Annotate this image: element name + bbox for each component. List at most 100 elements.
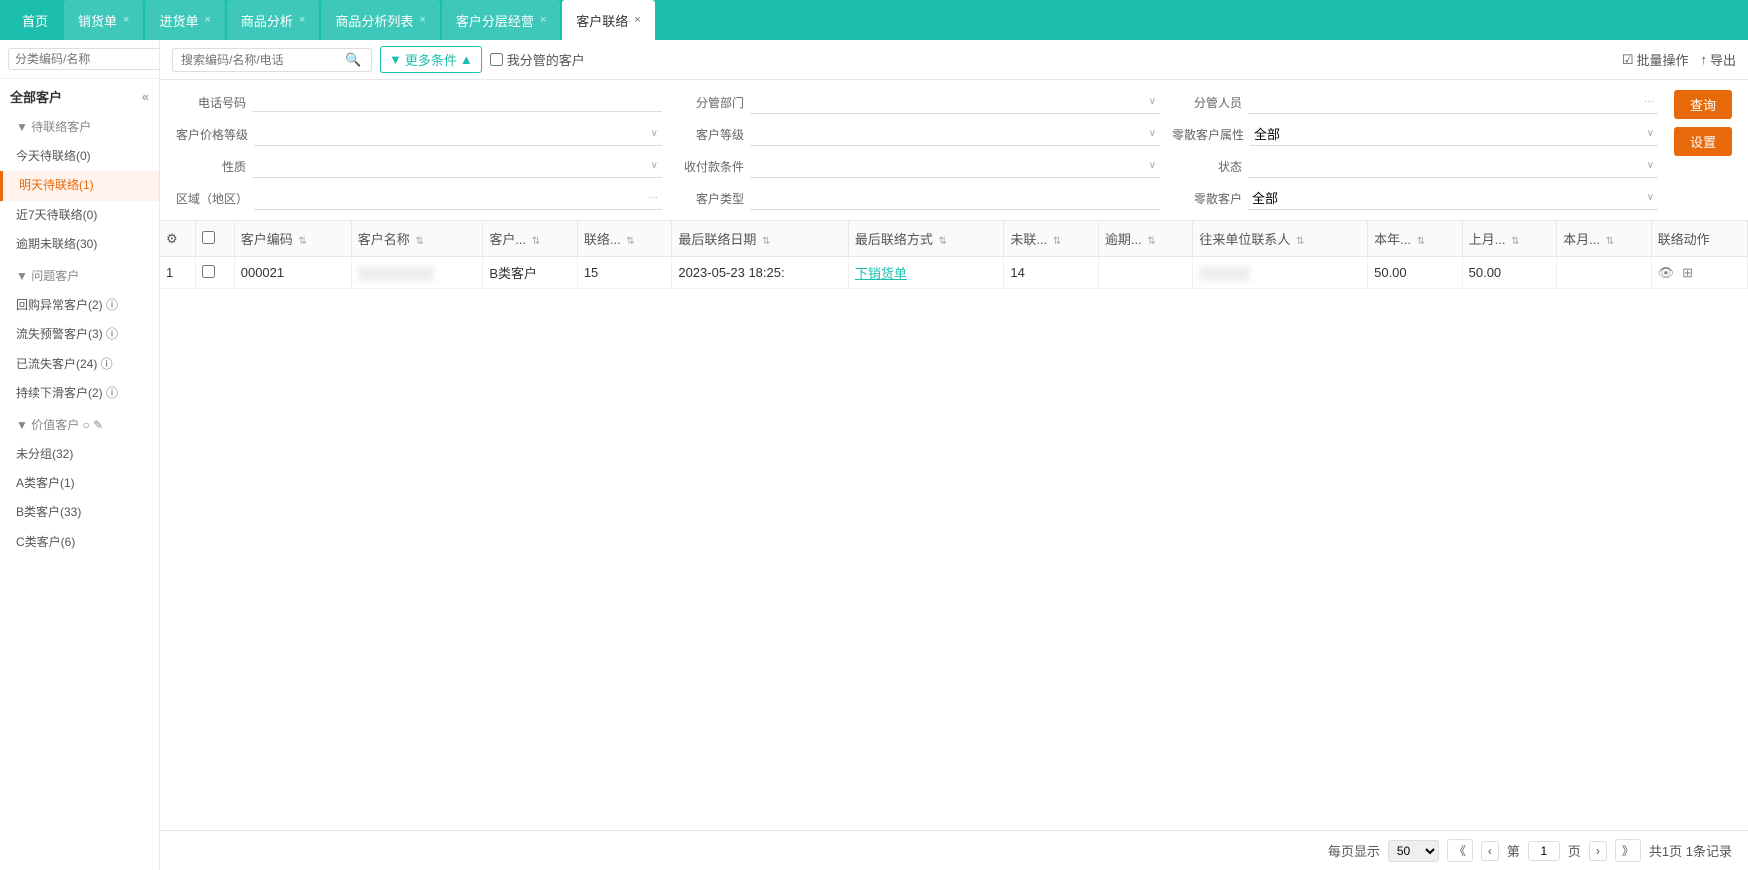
sidebar-item-overdue[interactable]: 逾期未联络(30)	[0, 230, 159, 259]
nav-item-analysis-list[interactable]: 商品分析列表 ×	[321, 0, 439, 40]
filter-payment-select[interactable]: ∨	[750, 154, 1160, 178]
table-row: 1 000021 Ea客户名称 B类客户 15 2023-05-23 18:25…	[160, 257, 1748, 289]
cell-last-method[interactable]: 下销货单	[848, 257, 1003, 289]
close-icon[interactable]: ×	[419, 14, 425, 26]
search-input[interactable]	[181, 53, 341, 67]
sidebar-item-c-class[interactable]: C类客户(6)	[0, 528, 159, 557]
filter-row-4: 区域（地区） ··· 客户类型	[176, 186, 1658, 210]
nav-item-purchase[interactable]: 进货单 ×	[145, 0, 224, 40]
export-button[interactable]: ↑ 导出	[1700, 50, 1736, 69]
nav-item-analysis[interactable]: 商品分析 ×	[227, 0, 319, 40]
cell-type: B类客户	[483, 257, 578, 289]
nav-item-customer-contact[interactable]: 客户联络 ×	[562, 0, 654, 40]
col-this-year[interactable]: 本年... ⇅	[1368, 221, 1463, 257]
sidebar-item-churn-warning[interactable]: 流失预警客户(3) ⓘ	[0, 320, 159, 349]
filter-panel: 电话号码 分管部门 ∨ 分管人员	[160, 80, 1748, 221]
col-last-date[interactable]: 最后联络日期 ⇅	[672, 221, 849, 257]
filter-field-customer-type: 客户类型	[674, 186, 1160, 210]
per-page-label: 每页显示	[1328, 841, 1380, 860]
toolbar-search-box[interactable]: 🔍	[172, 48, 372, 72]
filter-field-nature: 性质 ∨	[176, 154, 662, 178]
col-this-month[interactable]: 本月... ⇅	[1557, 221, 1652, 257]
nav-item-sales[interactable]: 销货单 ×	[64, 0, 143, 40]
sidebar-item-declining[interactable]: 持续下滑客户(2) ⓘ	[0, 379, 159, 408]
filter-dept-select[interactable]: ∨	[750, 90, 1160, 114]
first-page-button[interactable]: 《	[1447, 839, 1473, 862]
qr-icon[interactable]: ⊞	[1682, 265, 1693, 281]
col-checkbox[interactable]	[196, 221, 234, 257]
toolbar-right: ☑ 批量操作 ↑ 导出	[1622, 50, 1736, 69]
page-input[interactable]	[1528, 841, 1560, 861]
my-customers-checkbox-label[interactable]: 我分管的客户	[490, 50, 585, 69]
col-last-month[interactable]: 上月... ⇅	[1462, 221, 1557, 257]
col-name[interactable]: 客户名称 ⇅	[351, 221, 483, 257]
toolbar: 🔍 ▼ 更多条件 ▲ 我分管的客户 ☑ 批量操作 ↑ 导出	[160, 40, 1748, 80]
batch-operation-button[interactable]: ☑ 批量操作	[1622, 50, 1689, 69]
filter-retail-customer-select[interactable]: 全部 ∨	[1248, 186, 1658, 210]
my-customers-checkbox[interactable]	[490, 53, 503, 66]
cell-no-contact: 14	[1004, 257, 1099, 289]
per-page-select[interactable]: 50 100 200	[1388, 840, 1439, 862]
cell-actions[interactable]: 👁 ⊞	[1651, 257, 1747, 289]
col-code[interactable]: 客户编码 ⇅	[234, 221, 351, 257]
select-all-checkbox[interactable]	[202, 231, 215, 244]
filter-price-grade-select[interactable]: ∨	[254, 122, 662, 146]
filter-grade-select[interactable]: ∨	[750, 122, 1160, 146]
chevron-down-icon: ∨	[651, 160, 658, 171]
filter-phone-input[interactable]	[252, 93, 662, 112]
prev-page-button[interactable]: ‹	[1481, 841, 1499, 861]
close-icon[interactable]: ×	[634, 14, 640, 26]
eye-icon[interactable]: 👁	[1658, 265, 1675, 281]
sidebar-item-7days[interactable]: 近7天待联络(0)	[0, 201, 159, 230]
row-checkbox[interactable]	[202, 265, 215, 278]
cell-checkbox[interactable]	[196, 257, 234, 289]
filter-customer-type-select[interactable]	[750, 186, 1160, 210]
col-last-method[interactable]: 最后联络方式 ⇅	[848, 221, 1003, 257]
filter-field-grade: 客户等级 ∨	[674, 122, 1160, 146]
search-icon[interactable]: 🔍	[345, 52, 361, 68]
sidebar-search-input[interactable]	[8, 48, 160, 70]
col-unit-contact[interactable]: 往来单位联系人 ⇅	[1193, 221, 1368, 257]
filter-actions: 查询 设置	[1674, 90, 1732, 210]
close-icon[interactable]: ×	[299, 14, 305, 26]
sidebar-item-b-class[interactable]: B类客户(33)	[0, 498, 159, 527]
close-icon[interactable]: ×	[123, 14, 129, 26]
settings-button[interactable]: 设置	[1674, 127, 1732, 156]
table-container[interactable]: ⚙ 客户编码 ⇅ 客户名称 ⇅ 客户... ⇅ 联络... ⇅ 最后联络日期 ⇅…	[160, 221, 1748, 830]
filter-field-region: 区域（地区） ···	[176, 186, 662, 210]
filter-person-select[interactable]: ···	[1248, 90, 1658, 114]
chevron-up-icon: ▲	[460, 52, 473, 67]
col-overdue[interactable]: 逾期... ⇅	[1098, 221, 1193, 257]
query-button[interactable]: 查询	[1674, 90, 1732, 119]
collapse-icon[interactable]: «	[142, 89, 149, 104]
chevron-down-icon: ∨	[1149, 96, 1156, 107]
nav-item-home[interactable]: 首页	[8, 0, 62, 40]
sidebar-item-churned[interactable]: 已流失客户(24) ⓘ	[0, 350, 159, 379]
filter-region-select[interactable]: ···	[254, 186, 662, 210]
total-records: 共1页 1条记录	[1649, 841, 1732, 860]
col-settings[interactable]: ⚙	[160, 221, 196, 257]
chevron-down-icon: ∨	[1647, 128, 1654, 139]
col-contact-count[interactable]: 联络... ⇅	[577, 221, 672, 257]
more-filter-button[interactable]: ▼ 更多条件 ▲	[380, 46, 482, 73]
last-page-button[interactable]: 》	[1615, 839, 1641, 862]
sidebar-item-tomorrow[interactable]: 明天待联络(1)	[0, 171, 159, 200]
nav-item-customer-tier[interactable]: 客户分层经营 ×	[442, 0, 560, 40]
cell-this-year: 50.00	[1368, 257, 1463, 289]
sidebar-all-customers[interactable]: 全部客户 «	[0, 79, 159, 110]
sidebar-item-a-class[interactable]: A类客户(1)	[0, 469, 159, 498]
filter-retail-attr-select[interactable]: 全部 ∨	[1250, 122, 1658, 146]
col-type[interactable]: 客户... ⇅	[483, 221, 578, 257]
col-no-contact[interactable]: 未联... ⇅	[1004, 221, 1099, 257]
filter-nature-select[interactable]: ∨	[252, 154, 662, 178]
filter-field-retail-customer: 零散客户 全部 ∨	[1172, 186, 1658, 210]
close-icon[interactable]: ×	[204, 14, 210, 26]
sidebar-item-ungrouped[interactable]: 未分组(32)	[0, 440, 159, 469]
sidebar: 🔍 全部客户 « ▼ 待联络客户 今天待联络(0) 明天待联络(1) 近7天待联…	[0, 40, 160, 870]
next-page-button[interactable]: ›	[1589, 841, 1607, 861]
sidebar-item-today[interactable]: 今天待联络(0)	[0, 142, 159, 171]
chevron-down-icon: ∨	[1149, 160, 1156, 171]
filter-status-select[interactable]: ∨	[1248, 154, 1658, 178]
close-icon[interactable]: ×	[540, 14, 546, 26]
sidebar-item-repurchase-abnormal[interactable]: 回购异常客户(2) ⓘ	[0, 291, 159, 320]
